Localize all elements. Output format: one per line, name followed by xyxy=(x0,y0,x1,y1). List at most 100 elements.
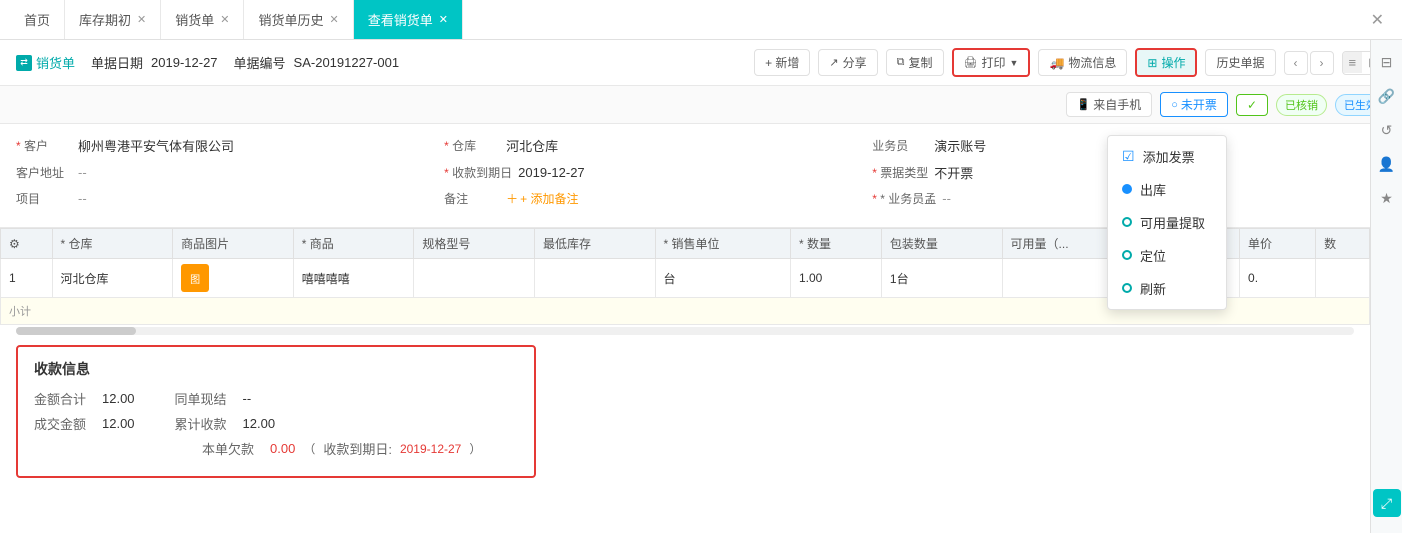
tab-sales-order[interactable]: 销货单 ✕ xyxy=(161,0,244,39)
doc-actions: + 新增 ↗ 分享 ⧉ 复制 🖨 打印 ▼ 🚚 物流信息 xyxy=(754,48,1386,77)
sidebar-rotate-icon[interactable]: ↺ xyxy=(1373,116,1401,144)
main-container: ⇄ 销货单 单据日期 2019-12-27 单据编号 SA-20191227-0… xyxy=(0,40,1402,533)
sidebar-expand-icon[interactable]: ⤢ xyxy=(1373,489,1401,517)
confirmed-badge: 已核销 xyxy=(1276,94,1327,116)
doc-number-field: 单据编号 SA-20191227-001 xyxy=(234,53,400,72)
col-amount: 数 xyxy=(1316,229,1370,259)
print-icon: 🖨 xyxy=(964,56,978,69)
payment-date-field: * 收款到期日 2019-12-27 xyxy=(444,164,872,181)
project-field: 项目 -- xyxy=(16,190,444,207)
sales-order-icon: ⇄ xyxy=(16,55,32,71)
col-min-stock: 最低库存 xyxy=(534,229,655,259)
refresh-icon xyxy=(1122,281,1132,296)
sidebar-star-icon[interactable]: ★ xyxy=(1373,184,1401,212)
payment-row-2: 成交金额 12.00 累计收款 12.00 xyxy=(34,414,518,433)
row-warehouse: 河北仓库 xyxy=(52,259,173,298)
col-product-name: * 商品 xyxy=(293,229,414,259)
locate-item[interactable]: 定位 xyxy=(1108,239,1226,272)
settlement-field: 同单现结 -- xyxy=(175,389,252,408)
col-spec: 规格型号 xyxy=(414,229,535,259)
sidebar-table-icon[interactable]: ⊟ xyxy=(1373,48,1401,76)
cumulative-field: 累计收款 12.00 xyxy=(175,414,276,433)
product-image: 图 xyxy=(181,264,209,292)
payment-title: 收款信息 xyxy=(34,359,518,379)
outbound-item[interactable]: 出库 xyxy=(1108,173,1226,206)
tab-sales-history-close[interactable]: ✕ xyxy=(330,13,339,26)
new-button[interactable]: + 新增 xyxy=(754,49,810,76)
refresh-item[interactable]: 刷新 xyxy=(1108,272,1226,305)
row-unit: 台 xyxy=(655,259,790,298)
col-warehouse: * 仓库 xyxy=(52,229,173,259)
warehouse-field: * 仓库 河北仓库 xyxy=(444,136,872,155)
phone-icon: 📱 xyxy=(1077,98,1091,111)
add-note-button[interactable]: ＋ + 添加备注 xyxy=(506,190,578,207)
list-view-btn[interactable]: ≡ xyxy=(1343,52,1363,73)
total-amount-field: 金额合计 12.00 xyxy=(34,389,135,408)
tab-inventory-init-close[interactable]: ✕ xyxy=(137,13,146,26)
row-min-stock xyxy=(534,259,655,298)
logistics-button[interactable]: 🚚 物流信息 xyxy=(1038,49,1127,76)
print-arrow-icon: ▼ xyxy=(1010,58,1019,68)
add-invoice-item[interactable]: ☑ 添加发票 xyxy=(1108,140,1226,173)
payment-row-1: 金额合计 12.00 同单现结 -- xyxy=(34,389,518,408)
operate-button[interactable]: ⊞ 操作 xyxy=(1135,48,1197,77)
prev-arrow[interactable]: ‹ xyxy=(1284,51,1308,75)
note-field: 备注 ＋ + 添加备注 xyxy=(444,190,872,207)
not-open-button[interactable]: ○ 未开票 xyxy=(1160,92,1228,117)
tab-home[interactable]: 首页 xyxy=(10,0,65,39)
transaction-field: 成交金额 12.00 xyxy=(34,414,135,433)
row-spec xyxy=(414,259,535,298)
truck-icon: 🚚 xyxy=(1049,56,1064,70)
invoice-icon: ○ xyxy=(1171,99,1178,111)
checkbox-icon: ☑ xyxy=(1122,148,1135,165)
row-price: 0. xyxy=(1240,259,1316,298)
col-price: 单价 xyxy=(1240,229,1316,259)
check-icon: ✓ xyxy=(1247,98,1257,112)
customer-field: * 客户 柳州粤港平安气体有限公司 xyxy=(16,136,444,155)
col-settings[interactable]: ⚙ xyxy=(1,229,53,259)
doc-type-badge: ⇄ 销货单 xyxy=(16,53,75,72)
nav-arrows: ‹ › xyxy=(1284,51,1334,75)
row-product-name: 嘻嘻嘻嘻 xyxy=(293,259,414,298)
col-unit: * 销售单位 xyxy=(655,229,790,259)
sidebar-link-icon[interactable]: 🔗 xyxy=(1373,82,1401,110)
print-button[interactable]: 🖨 打印 ▼ xyxy=(952,48,1031,77)
from-phone-button[interactable]: 📱 来自手机 xyxy=(1066,92,1153,117)
history-button[interactable]: 历史单据 xyxy=(1205,49,1275,76)
plus-icon: ＋ xyxy=(506,190,518,207)
address-field: 客户地址 -- xyxy=(16,164,444,181)
row-pack-qty: 1台 xyxy=(881,259,1002,298)
tab-bar: 首页 库存期初 ✕ 销货单 ✕ 销货单历史 ✕ 查看销货单 ✕ ✕ xyxy=(0,0,1402,40)
checkbox-icon-btn[interactable]: ✓ xyxy=(1236,94,1268,116)
locate-icon xyxy=(1122,248,1132,263)
tab-check-sales-close[interactable]: ✕ xyxy=(439,13,448,26)
window-close-button[interactable]: ✕ xyxy=(1363,10,1392,30)
grid-icon: ⊞ xyxy=(1147,56,1157,70)
share-button[interactable]: ↗ 分享 xyxy=(818,49,877,76)
doc-header: ⇄ 销货单 单据日期 2019-12-27 单据编号 SA-20191227-0… xyxy=(0,40,1402,86)
row-quantity: 1.00 xyxy=(791,259,882,298)
copy-button[interactable]: ⧉ 复制 xyxy=(886,49,944,76)
tab-sales-order-close[interactable]: ✕ xyxy=(220,13,229,26)
row-index: 1 xyxy=(1,259,53,298)
col-product-img: 商品图片 xyxy=(173,229,294,259)
tab-check-sales[interactable]: 查看销货单 ✕ xyxy=(354,0,463,39)
balance-field: 本单欠款 0.00 （ 收款到期日: 2019-12-27 ） xyxy=(202,439,481,458)
tab-inventory-init[interactable]: 库存期初 ✕ xyxy=(65,0,161,39)
available-qty-item[interactable]: 可用量提取 xyxy=(1108,206,1226,239)
right-sidebar: ⊟ 🔗 ↺ 👤 ★ ⤢ xyxy=(1370,40,1402,533)
sidebar-user-icon[interactable]: 👤 xyxy=(1373,150,1401,178)
col-pack-qty: 包装数量 xyxy=(881,229,1002,259)
col-quantity: * 数量 xyxy=(791,229,882,259)
horizontal-scrollbar[interactable] xyxy=(16,327,1354,335)
payment-section: 收款信息 金额合计 12.00 同单现结 -- 成交金额 12.00 累计收款 xyxy=(16,345,536,478)
dot-circle-icon xyxy=(1122,215,1132,230)
next-arrow[interactable]: › xyxy=(1310,51,1334,75)
share-icon: ↗ xyxy=(829,56,838,69)
dot-blue-icon xyxy=(1122,182,1132,197)
payment-row-3: 本单欠款 0.00 （ 收款到期日: 2019-12-27 ） xyxy=(34,439,518,458)
copy-icon: ⧉ xyxy=(897,56,905,69)
scroll-thumb[interactable] xyxy=(16,327,136,335)
tab-sales-history[interactable]: 销货单历史 ✕ xyxy=(244,0,353,39)
row-product-img: 图 xyxy=(173,259,294,298)
